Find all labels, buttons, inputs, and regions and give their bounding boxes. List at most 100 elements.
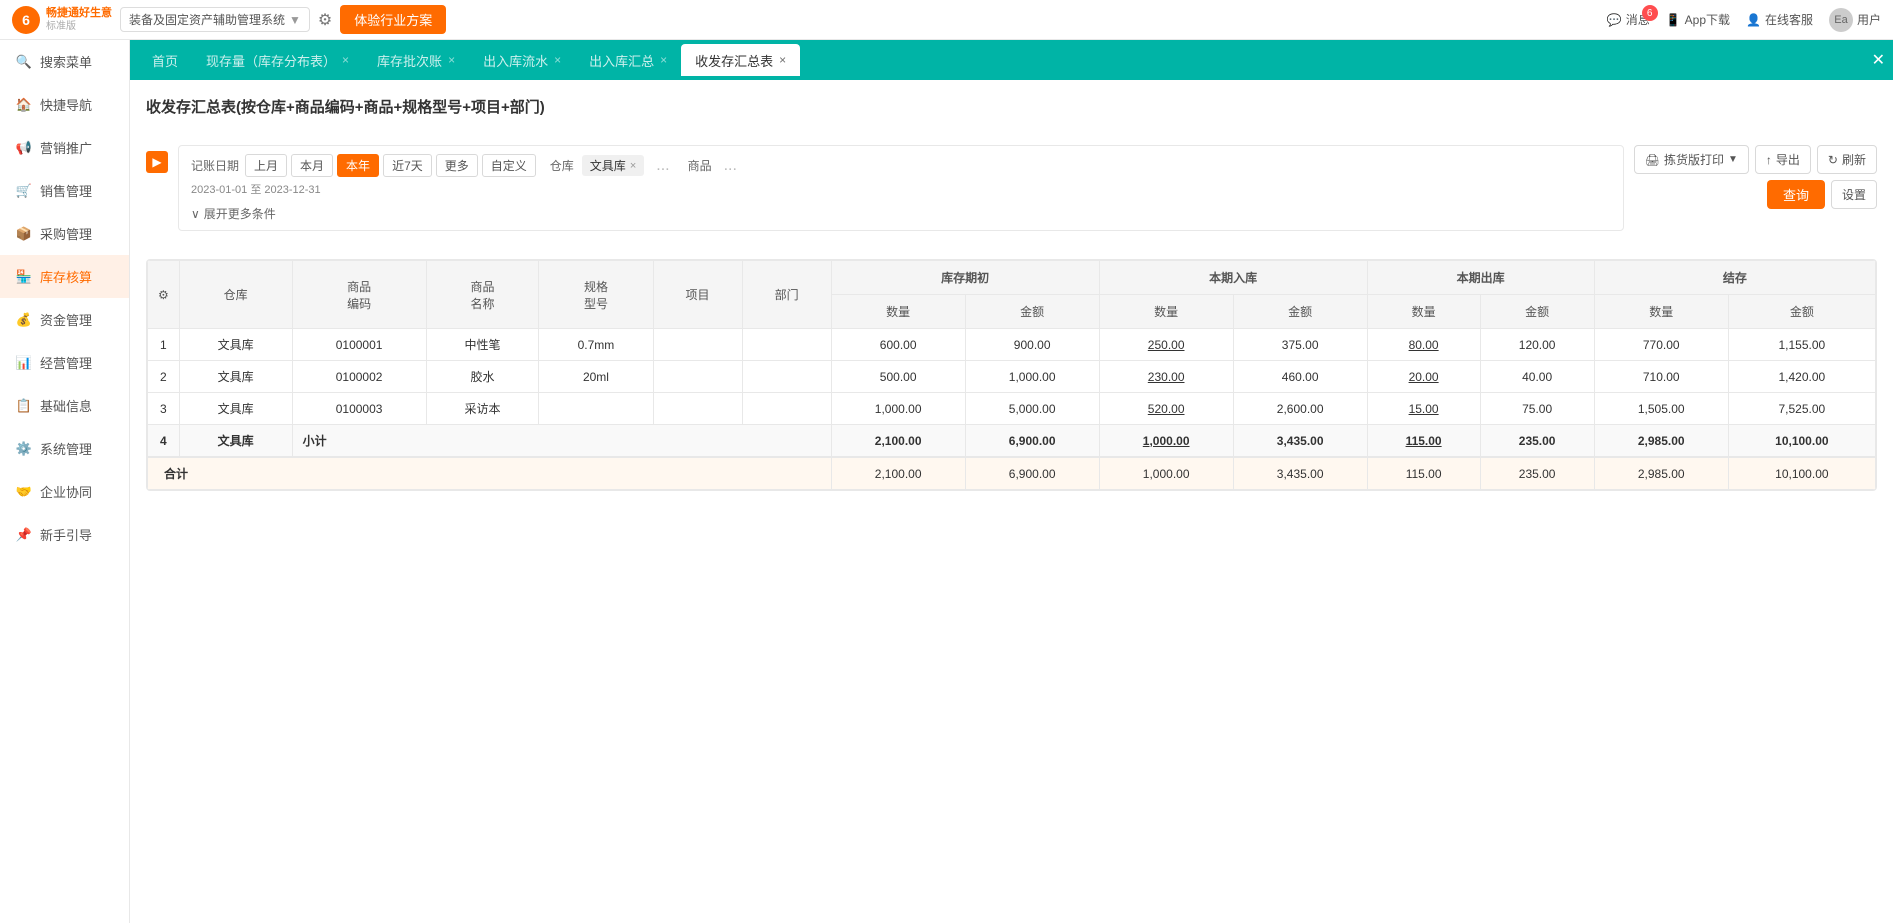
date-buttons: 上月 本月 本年 近7天 更多 自定义	[245, 154, 536, 177]
goods-dots[interactable]: ...	[724, 157, 737, 175]
subtotal-out-qty[interactable]: 115.00	[1367, 425, 1480, 458]
sidebar-item-basic-info[interactable]: 📋 基础信息	[0, 384, 129, 427]
row-warehouse: 文具库	[179, 393, 292, 425]
col-code-header: 商品编码	[292, 261, 426, 329]
row-opening-amt: 5,000.00	[965, 393, 1099, 425]
total-opening-qty: 2,100.00	[831, 457, 965, 490]
settings-button[interactable]: 设置	[1831, 180, 1877, 209]
tab-close-inventory-dist[interactable]: ×	[342, 53, 349, 67]
sidebar-item-quick-nav[interactable]: 🏠 快捷导航	[0, 83, 129, 126]
sidebar-item-inventory[interactable]: 🏪 库存核算	[0, 255, 129, 298]
row-in-qty[interactable]: 250.00	[1099, 329, 1233, 361]
export-button[interactable]: ↑ 导出	[1755, 145, 1811, 174]
settings-icon[interactable]: ⚙	[318, 10, 332, 30]
tab-inout-summary[interactable]: 出入库汇总 ×	[575, 44, 681, 76]
date-btn-custom[interactable]: 自定义	[482, 154, 536, 177]
sidebar: 🔍 搜索菜单 🏠 快捷导航 📢 营销推广 🛒 销售管理 📦 采购管理 🏪 库存核…	[0, 40, 130, 923]
col-spec-header: 规格型号	[539, 261, 653, 329]
tab-home[interactable]: 首页	[138, 44, 192, 76]
row-out-qty[interactable]: 80.00	[1367, 329, 1480, 361]
row-warehouse: 文具库	[179, 329, 292, 361]
row-opening-amt: 1,000.00	[965, 361, 1099, 393]
date-btn-last-month[interactable]: 上月	[245, 154, 287, 177]
date-btn-more[interactable]: 更多	[436, 154, 478, 177]
col-dept-header: 部门	[742, 261, 831, 329]
tab-close-recv-send[interactable]: ×	[779, 53, 786, 67]
date-filter: 记账日期 上月 本月 本年 近7天 更多 自定义	[191, 154, 536, 177]
user-item[interactable]: Ea 用户	[1829, 8, 1881, 32]
row-out-qty[interactable]: 15.00	[1367, 393, 1480, 425]
opening-qty-header: 数量	[831, 295, 965, 329]
row-in-qty[interactable]: 520.00	[1099, 393, 1233, 425]
tab-close-inout-summary[interactable]: ×	[660, 53, 667, 67]
data-table: ⚙ 仓库 商品编码 商品名称 规格型号 项目 部门 库存期初 本期入库 本期出库…	[146, 259, 1877, 491]
table-settings-icon[interactable]: ⚙	[158, 288, 169, 302]
home-icon: 🏠	[16, 97, 32, 113]
total-closing-qty: 2,985.00	[1594, 457, 1728, 490]
warehouse-tag-close[interactable]: ×	[630, 160, 636, 172]
print-icon: 🖨	[1645, 153, 1660, 167]
row-name: 胶水	[426, 361, 539, 393]
sidebar-item-marketing[interactable]: 📢 营销推广	[0, 126, 129, 169]
sidebar-item-cooperation[interactable]: 🤝 企业协同	[0, 470, 129, 513]
tab-inout-flow[interactable]: 出入库流水 ×	[469, 44, 575, 76]
system-icon: ⚙️	[16, 441, 32, 457]
sidebar-item-purchase[interactable]: 📦 采购管理	[0, 212, 129, 255]
tab-close-batch[interactable]: ×	[448, 53, 455, 67]
tab-close-inout-flow[interactable]: ×	[554, 53, 561, 67]
row-num: 1	[148, 329, 180, 361]
export-icon: ↑	[1766, 153, 1772, 167]
sidebar-item-finance[interactable]: 💰 资金管理	[0, 298, 129, 341]
guide-icon: 📌	[16, 527, 32, 543]
date-btn-this-month[interactable]: 本月	[291, 154, 333, 177]
search-icon: 🔍	[16, 54, 32, 70]
system-selector[interactable]: 装备及固定资产辅助管理系统 ▼	[120, 7, 310, 32]
subtotal-in-qty[interactable]: 1,000.00	[1099, 425, 1233, 458]
table-row: 1 文具库 0100001 中性笔 0.7mm 600.00 900.00 25…	[148, 329, 1876, 361]
subtotal-opening-qty: 2,100.00	[831, 425, 965, 458]
refresh-icon: ↻	[1828, 153, 1838, 167]
query-button[interactable]: 查询	[1767, 180, 1825, 209]
row-closing-amt: 1,420.00	[1728, 361, 1875, 393]
message-item[interactable]: 💬 消息 6	[1607, 11, 1650, 28]
row-out-amt: 75.00	[1480, 393, 1594, 425]
sidebar-item-operations[interactable]: 📊 经营管理	[0, 341, 129, 384]
row-in-qty[interactable]: 230.00	[1099, 361, 1233, 393]
row-opening-qty: 500.00	[831, 361, 965, 393]
warehouse-tag: 文具库 ×	[582, 155, 644, 176]
col-in-header: 本期入库	[1099, 261, 1367, 295]
sidebar-item-system[interactable]: ⚙️ 系统管理	[0, 427, 129, 470]
tab-recv-send-summary[interactable]: 收发存汇总表 ×	[681, 44, 800, 76]
warehouse-dots[interactable]: ...	[656, 157, 669, 175]
online-service-item[interactable]: 👤 在线客服	[1746, 11, 1813, 28]
out-qty-header: 数量	[1367, 295, 1480, 329]
tab-bar-close[interactable]: ✕	[1872, 50, 1885, 70]
in-amt-header: 金额	[1233, 295, 1367, 329]
row-out-qty[interactable]: 20.00	[1367, 361, 1480, 393]
subtotal-out-amt: 235.00	[1480, 425, 1594, 458]
filter-expand-arrow[interactable]: ▶	[146, 151, 168, 173]
tab-inventory-dist[interactable]: 现存量（库存分布表） ×	[192, 44, 363, 76]
filter-area: 记账日期 上月 本月 本年 近7天 更多 自定义 仓库 文	[178, 145, 1624, 231]
col-name-header: 商品名称	[426, 261, 539, 329]
date-btn-this-year[interactable]: 本年	[337, 154, 379, 177]
expand-conditions-button[interactable]: ∨ 展开更多条件	[191, 205, 276, 222]
date-btn-7days[interactable]: 近7天	[383, 154, 432, 177]
sidebar-item-sales[interactable]: 🛒 销售管理	[0, 169, 129, 212]
row-num: 2	[148, 361, 180, 393]
app-download-item[interactable]: 📱 App下载	[1666, 11, 1730, 28]
tab-batch[interactable]: 库存批次账 ×	[363, 44, 469, 76]
top-bar: 6 畅捷通好生意 标准版 装备及固定资产辅助管理系统 ▼ ⚙ 体验行业方案 💬 …	[0, 0, 1893, 40]
row-opening-amt: 900.00	[965, 329, 1099, 361]
refresh-button[interactable]: ↻ 刷新	[1817, 145, 1877, 174]
trial-button[interactable]: 体验行业方案	[340, 5, 446, 34]
operations-icon: 📊	[16, 355, 32, 371]
sidebar-item-guide[interactable]: 📌 新手引导	[0, 513, 129, 556]
col-out-header: 本期出库	[1367, 261, 1594, 295]
row-closing-amt: 1,155.00	[1728, 329, 1875, 361]
sidebar-item-search[interactable]: 🔍 搜索菜单	[0, 40, 129, 83]
print-button[interactable]: 🖨 拣货版打印 ▼	[1634, 145, 1749, 174]
row-closing-qty: 770.00	[1594, 329, 1728, 361]
row-dept	[742, 361, 831, 393]
in-qty-header: 数量	[1099, 295, 1233, 329]
